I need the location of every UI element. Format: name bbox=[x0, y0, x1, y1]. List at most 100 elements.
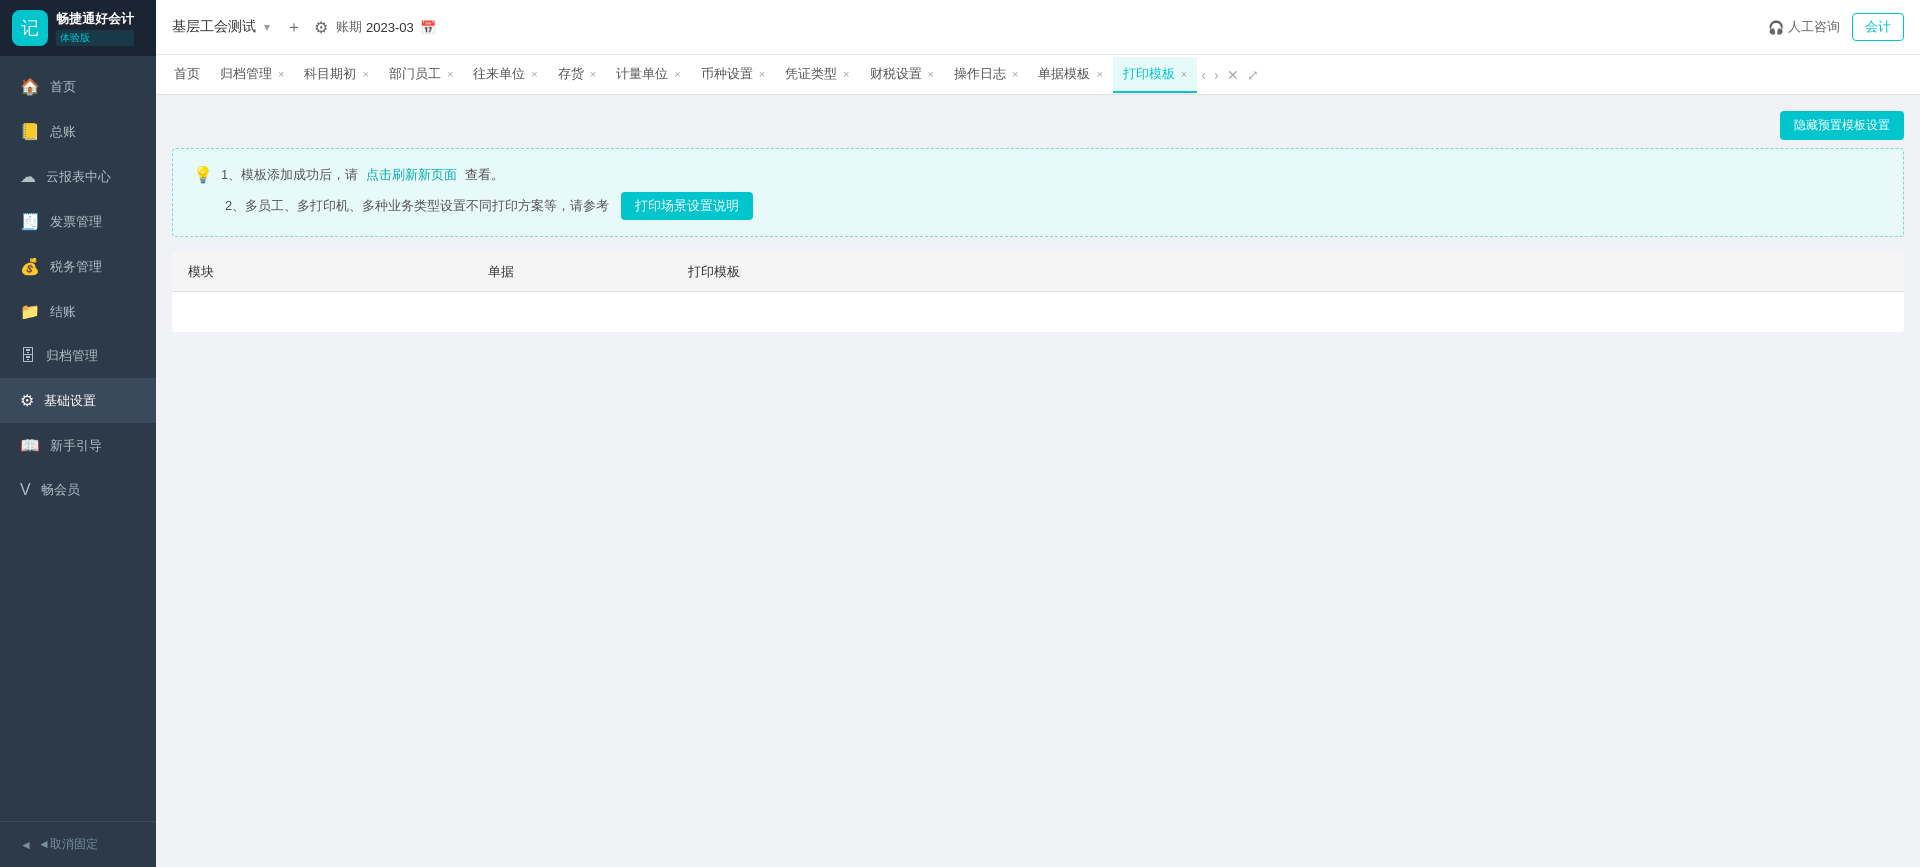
sidebar-label-settlement: 结账 bbox=[50, 303, 76, 321]
period-label: 账期 bbox=[336, 18, 362, 36]
tab-scroll-right[interactable]: › bbox=[1210, 67, 1223, 83]
logo-title: 畅捷通好会计 bbox=[56, 10, 134, 28]
explain-button[interactable]: 打印场景设置说明 bbox=[621, 192, 753, 220]
sidebar-item-home[interactable]: 🏠 首页 bbox=[0, 64, 156, 109]
logo-icon: 记 bbox=[12, 10, 48, 46]
notice-row-2: 2、多员工、多打印机、多种业务类型设置不同打印方案等，请参考 打印场景设置说明 bbox=[193, 192, 1883, 220]
tab-print[interactable]: 打印模板 × bbox=[1113, 57, 1197, 93]
hide-template-button[interactable]: 隐藏预置模板设置 bbox=[1780, 111, 1904, 140]
ledger-icon: 📒 bbox=[20, 122, 40, 141]
sidebar-unpin[interactable]: ◄ ◄取消固定 bbox=[0, 821, 156, 867]
tab-oplog[interactable]: 操作日志 × bbox=[944, 57, 1028, 93]
tab-supplier[interactable]: 往来单位 × bbox=[463, 57, 547, 93]
sidebar-label-basic: 基础设置 bbox=[44, 392, 96, 410]
tab-subject[interactable]: 科目期初 × bbox=[294, 57, 378, 93]
tab-taxsetting[interactable]: 财税设置 × bbox=[860, 57, 944, 93]
reports-icon: ☁ bbox=[20, 167, 36, 186]
tab-close-supplier[interactable]: × bbox=[531, 68, 537, 80]
account-button[interactable]: 会计 bbox=[1852, 13, 1904, 41]
tab-close-oplog[interactable]: × bbox=[1012, 68, 1018, 80]
sidebar: 记 畅捷通好会计 体验版 🏠 首页 📒 总账 ☁云报表中心 🧾 发票管理 💰 税务管理 📁 结账 🗄归… bbox=[0, 0, 156, 867]
sidebar-item-reports[interactable]: ☁云报表中心 bbox=[0, 154, 156, 199]
tabbar: 首页归档管理×科目期初×部门员工×往来单位×存货×计量单位×币种设置×凭证类型×… bbox=[156, 55, 1920, 95]
tab-close-inventory[interactable]: × bbox=[590, 68, 596, 80]
tab-label-archive: 归档管理 bbox=[220, 65, 272, 83]
tab-expand[interactable]: ⤢ bbox=[1243, 67, 1263, 83]
sidebar-item-settlement[interactable]: 📁 结账 bbox=[0, 289, 156, 334]
tab-label-subject: 科目期初 bbox=[304, 65, 356, 83]
calendar-icon[interactable]: 📅 bbox=[420, 20, 436, 35]
tab-label-voucher: 凭证类型 bbox=[785, 65, 837, 83]
tab-scroll-left[interactable]: ‹ bbox=[1197, 67, 1210, 83]
sidebar-item-basic[interactable]: ⚙ 基础设置 bbox=[0, 378, 156, 423]
sidebar-item-tax[interactable]: 💰 税务管理 bbox=[0, 244, 156, 289]
tab-close-measure[interactable]: × bbox=[674, 68, 680, 80]
tab-inventory[interactable]: 存货× bbox=[548, 57, 606, 93]
tab-label-home: 首页 bbox=[174, 65, 200, 83]
tab-close-currency[interactable]: × bbox=[759, 68, 765, 80]
tab-archive[interactable]: 归档管理 × bbox=[210, 57, 294, 93]
tab-close-taxsetting[interactable]: × bbox=[928, 68, 934, 80]
sidebar-label-archive: 归档管理 bbox=[46, 347, 98, 365]
settlement-icon: 📁 bbox=[20, 302, 40, 321]
tab-close-all[interactable]: ✕ bbox=[1223, 67, 1243, 83]
tab-close-receipt[interactable]: × bbox=[1096, 68, 1102, 80]
topbar-period: 账期 2023-03 📅 bbox=[336, 18, 436, 36]
sidebar-item-member[interactable]: V 畅会员 bbox=[0, 468, 156, 512]
notice-line2-prefix: 2、多员工、多打印机、多种业务类型设置不同打印方案等，请参考 bbox=[225, 197, 609, 215]
sidebar-label-member: 畅会员 bbox=[41, 481, 80, 499]
tax-icon: 💰 bbox=[20, 257, 40, 276]
tab-close-dept[interactable]: × bbox=[447, 68, 453, 80]
table-body bbox=[172, 292, 1904, 332]
tab-home[interactable]: 首页 bbox=[164, 57, 210, 93]
notice-refresh-link[interactable]: 点击刷新新页面 bbox=[366, 166, 457, 184]
col-template-header: 打印模板 bbox=[688, 263, 1888, 281]
settings-icon[interactable]: ⚙ bbox=[314, 18, 328, 37]
tab-label-dept: 部门员工 bbox=[389, 65, 441, 83]
tab-measure[interactable]: 计量单位 × bbox=[606, 57, 690, 93]
add-icon[interactable]: ＋ bbox=[286, 17, 302, 38]
tab-dept[interactable]: 部门员工 × bbox=[379, 57, 463, 93]
member-icon: V bbox=[20, 481, 31, 499]
home-icon: 🏠 bbox=[20, 77, 40, 96]
sidebar-label-home: 首页 bbox=[50, 78, 76, 96]
sidebar-item-ledger[interactable]: 📒 总账 bbox=[0, 109, 156, 154]
invoice-icon: 🧾 bbox=[20, 212, 40, 231]
tab-label-measure: 计量单位 bbox=[616, 65, 668, 83]
headset-icon: 🎧 bbox=[1768, 20, 1784, 35]
sidebar-label-invoice: 发票管理 bbox=[50, 213, 102, 231]
notice-box: 💡 1、模板添加成功后，请 点击刷新新页面 查看。 2、多员工、多打印机、多种业… bbox=[172, 148, 1904, 237]
basic-icon: ⚙ bbox=[20, 391, 34, 410]
content-area: 隐藏预置模板设置 💡 1、模板添加成功后，请 点击刷新新页面 查看。 2、多员工… bbox=[156, 95, 1920, 867]
sidebar-label-ledger: 总账 bbox=[50, 123, 76, 141]
print-template-table: 模块 单据 打印模板 bbox=[172, 253, 1904, 332]
tab-receipt[interactable]: 单据模板 × bbox=[1028, 57, 1112, 93]
newbie-icon: 📖 bbox=[20, 436, 40, 455]
sidebar-label-newbie: 新手引导 bbox=[50, 437, 102, 455]
tab-close-voucher[interactable]: × bbox=[843, 68, 849, 80]
tab-close-subject[interactable]: × bbox=[362, 68, 368, 80]
tab-voucher[interactable]: 凭证类型 × bbox=[775, 57, 859, 93]
sidebar-label-tax: 税务管理 bbox=[50, 258, 102, 276]
company-name: 基层工会测试 bbox=[172, 18, 256, 36]
topbar-company: 基层工会测试 ▾ bbox=[172, 18, 270, 36]
tab-label-supplier: 往来单位 bbox=[473, 65, 525, 83]
topbar-actions: ＋ ⚙ bbox=[286, 17, 328, 38]
company-chevron[interactable]: ▾ bbox=[264, 20, 270, 34]
hide-btn-wrapper: 隐藏预置模板设置 bbox=[172, 111, 1904, 140]
main-area: 基层工会测试 ▾ ＋ ⚙ 账期 2023-03 📅 🎧 人工咨询 会计 首页归档… bbox=[156, 0, 1920, 867]
sidebar-logo: 记 畅捷通好会计 体验版 bbox=[0, 0, 156, 56]
tab-label-print: 打印模板 bbox=[1123, 65, 1175, 83]
sidebar-item-invoice[interactable]: 🧾 发票管理 bbox=[0, 199, 156, 244]
tab-label-oplog: 操作日志 bbox=[954, 65, 1006, 83]
sidebar-nav: 🏠 首页 📒 总账 ☁云报表中心 🧾 发票管理 💰 税务管理 📁 结账 🗄归档管理 ⚙ 基础设置 📖 新手引导… bbox=[0, 56, 156, 821]
table-header: 模块 单据 打印模板 bbox=[172, 253, 1904, 292]
tab-close-archive[interactable]: × bbox=[278, 68, 284, 80]
tab-label-taxsetting: 财税设置 bbox=[870, 65, 922, 83]
tab-currency[interactable]: 币种设置× bbox=[691, 57, 775, 93]
sidebar-item-newbie[interactable]: 📖 新手引导 bbox=[0, 423, 156, 468]
tab-label-receipt: 单据模板 bbox=[1038, 65, 1090, 83]
tab-close-print[interactable]: × bbox=[1181, 68, 1187, 80]
help-button[interactable]: 🎧 人工咨询 bbox=[1768, 18, 1840, 36]
sidebar-item-archive[interactable]: 🗄归档管理 bbox=[0, 334, 156, 378]
